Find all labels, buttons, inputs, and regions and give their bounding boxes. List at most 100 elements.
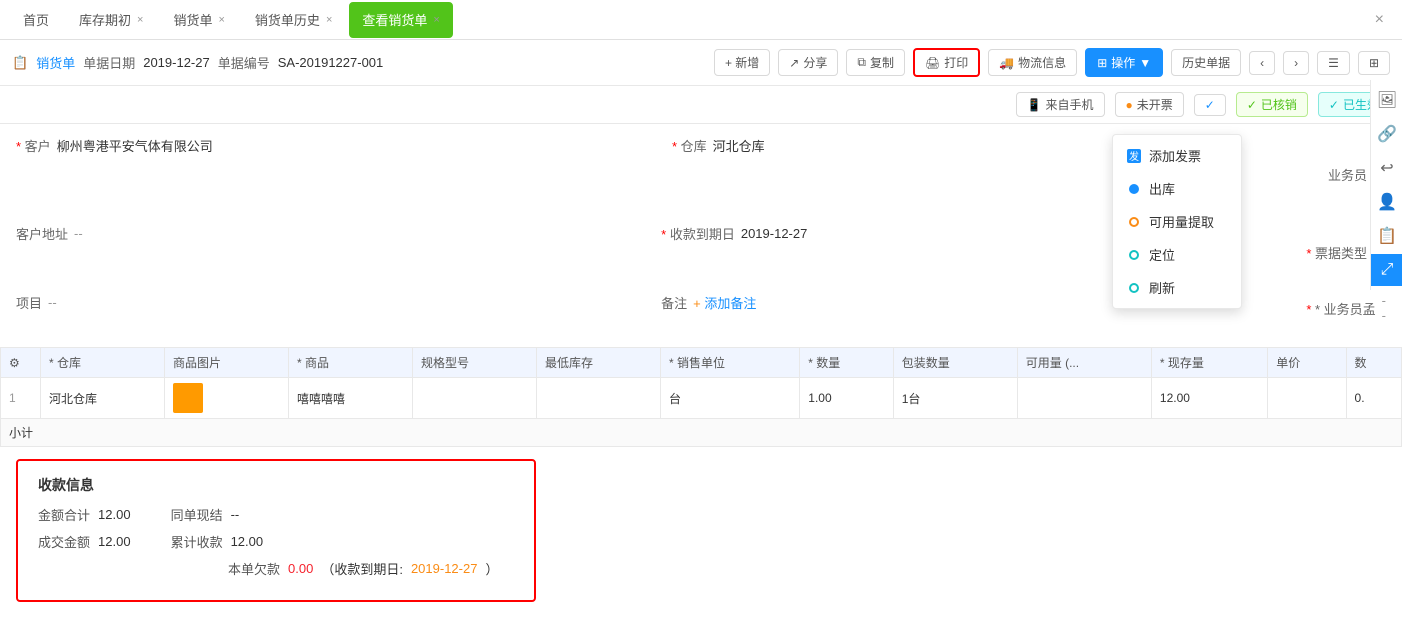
copy-button[interactable]: ⧉ 复制 bbox=[846, 49, 905, 76]
ticket-type-label: 票据类型 bbox=[1306, 243, 1367, 262]
project-label: 项目 bbox=[16, 293, 42, 312]
sidebar-icon-user[interactable]: 👤 bbox=[1371, 186, 1402, 218]
staff2-value: -- bbox=[1382, 293, 1386, 323]
add-remark-button[interactable]: 添加备注 bbox=[693, 293, 756, 312]
project-value: -- bbox=[48, 295, 57, 310]
doc-toolbar: 📋 销货单 单据日期 2019-12-27 单据编号 SA-20191227-0… bbox=[0, 40, 1402, 86]
add-button[interactable]: + 新增 bbox=[714, 49, 770, 76]
tab-view-sales-label: 查看销货单 bbox=[362, 10, 427, 29]
tab-home[interactable]: 首页 bbox=[10, 2, 62, 38]
cumulative-item: 累计收款 12.00 bbox=[171, 532, 264, 551]
window-close-button[interactable]: × bbox=[1367, 7, 1392, 33]
address-label: 客户地址 bbox=[16, 224, 68, 243]
outbound-icon bbox=[1127, 182, 1141, 196]
nav-next-button[interactable]: › bbox=[1283, 51, 1309, 75]
col-product-label: * 商品 bbox=[297, 356, 329, 370]
check-effective-icon: ✓ bbox=[1329, 98, 1339, 112]
menu-add-invoice[interactable]: 发 添加发票 bbox=[1113, 139, 1241, 172]
tab-sales-order-label: 销货单 bbox=[173, 10, 212, 29]
doc-toolbar2: 📱 来自手机 ● 未开票 ✓ ✓ 已核销 ✓ 已生效 bbox=[0, 86, 1402, 124]
sidebar-icon-link[interactable]: 🔗 bbox=[1371, 118, 1402, 150]
menu-outbound[interactable]: 出库 bbox=[1113, 172, 1241, 205]
from-mobile-button[interactable]: 📱 来自手机 bbox=[1016, 92, 1105, 117]
right-sidebar: 🖼 🔗 ↩ 👤 📋 ⤢ bbox=[1370, 80, 1402, 290]
payment-date-value: 2019-12-27 bbox=[741, 226, 808, 241]
not-open-label: 未开票 bbox=[1137, 96, 1173, 113]
sidebar-icon-doc[interactable]: 📋 bbox=[1371, 220, 1402, 252]
payment-box: 收款信息 金额合计 12.00 同单现结 -- 成交金额 12.00 累计收款 bbox=[16, 459, 536, 602]
customer-value: 柳州粤港平安气体有限公司 bbox=[57, 136, 213, 155]
deal-value: 12.00 bbox=[98, 534, 131, 549]
tab-inventory-init-close[interactable]: × bbox=[137, 14, 143, 26]
print-icon: 🖨 bbox=[925, 56, 940, 70]
nav-prev-button[interactable]: ‹ bbox=[1249, 51, 1275, 75]
tab-view-sales-close[interactable]: × bbox=[433, 14, 439, 26]
operate-button[interactable]: ⊞ 操作 ▼ bbox=[1085, 48, 1163, 77]
menu-refresh[interactable]: 刷新 bbox=[1113, 271, 1241, 304]
check-button[interactable]: ✓ bbox=[1194, 94, 1226, 116]
print-button[interactable]: 🖨 打印 bbox=[913, 48, 980, 77]
tab-sales-history-close[interactable]: × bbox=[326, 14, 332, 26]
row-product: 嘻嘻嘻嘻 bbox=[289, 378, 413, 419]
row-pack-qty: 1台 bbox=[893, 378, 1017, 419]
staff2-field: * 业务员孟 -- bbox=[1306, 293, 1386, 323]
col-product-img-label: 商品图片 bbox=[173, 356, 221, 370]
refresh-label: 刷新 bbox=[1149, 278, 1175, 297]
cumulative-value: 12.00 bbox=[231, 534, 264, 549]
payment-section: 收款信息 金额合计 12.00 同单现结 -- 成交金额 12.00 累计收款 bbox=[0, 447, 1402, 630]
sidebar-icon-return[interactable]: ↩ bbox=[1371, 152, 1402, 184]
list-view-icon: ☰ bbox=[1328, 56, 1339, 70]
menu-available-qty[interactable]: 可用量提取 bbox=[1113, 205, 1241, 238]
row-product-img bbox=[165, 378, 289, 419]
tab-sales-order-close[interactable]: × bbox=[218, 14, 224, 26]
doc-type-info: 📋 销货单 单据日期 2019-12-27 单据编号 SA-20191227-0… bbox=[12, 53, 383, 72]
grid-view-button[interactable]: ⊞ bbox=[1358, 51, 1390, 75]
tab-inventory-init[interactable]: 库存期初 × bbox=[66, 2, 156, 38]
due-label: 本单欠款 bbox=[228, 559, 280, 578]
col-stock: * 现存量 bbox=[1151, 348, 1267, 378]
toolbar-actions: + 新增 ↗ 分享 ⧉ 复制 🖨 打印 🚚 物流信息 ⊞ 操作 ▼ bbox=[714, 48, 1390, 77]
doc-no-label: 单据编号 bbox=[218, 53, 270, 72]
payment-row-2: 成交金额 12.00 累计收款 12.00 bbox=[38, 532, 514, 551]
add-label: + 新增 bbox=[725, 54, 759, 71]
list-view-button[interactable]: ☰ bbox=[1317, 51, 1350, 75]
menu-locate[interactable]: 定位 bbox=[1113, 238, 1241, 271]
col-spec: 规格型号 bbox=[413, 348, 537, 378]
payment-row-1: 金额合计 12.00 同单现结 -- bbox=[38, 505, 514, 524]
col-product-img: 商品图片 bbox=[165, 348, 289, 378]
tab-sales-order[interactable]: 销货单 × bbox=[160, 2, 237, 38]
sidebar-icon-image[interactable]: 🖼 bbox=[1371, 84, 1402, 116]
doc-type-label: 销货单 bbox=[36, 53, 75, 72]
check-sold-icon: ✓ bbox=[1247, 98, 1257, 112]
prev-icon: ‹ bbox=[1260, 56, 1264, 70]
row-min-stock bbox=[537, 378, 661, 419]
tab-sales-history[interactable]: 销货单历史 × bbox=[242, 2, 345, 38]
col-warehouse-label: * 仓库 bbox=[49, 356, 81, 370]
product-thumbnail bbox=[173, 383, 203, 413]
copy-label: 复制 bbox=[870, 54, 894, 71]
add-invoice-label: 添加发票 bbox=[1149, 146, 1201, 165]
sidebar-expand-button[interactable]: ⤢ bbox=[1371, 254, 1402, 286]
col-unit-price: 单价 bbox=[1268, 348, 1346, 378]
history-button[interactable]: 历史单据 bbox=[1171, 49, 1241, 76]
customer-label: 客户 bbox=[16, 136, 51, 155]
mobile-icon: 📱 bbox=[1027, 98, 1042, 112]
col-stock-label: * 现存量 bbox=[1160, 356, 1204, 370]
gear-icon: ⚙ bbox=[9, 356, 20, 370]
share-icon: ↗ bbox=[789, 56, 799, 70]
subtotal-row: 小计 bbox=[1, 419, 1402, 447]
logistics-button[interactable]: 🚚 物流信息 bbox=[988, 49, 1077, 76]
sold-label: 已核销 bbox=[1261, 96, 1297, 113]
staff2-label: * 业务员孟 bbox=[1306, 299, 1375, 318]
tab-view-sales[interactable]: 查看销货单 × bbox=[349, 2, 452, 38]
tab-bar: 首页 库存期初 × 销货单 × 销货单历史 × 查看销货单 × × bbox=[0, 0, 1402, 40]
row-stock: 12.00 bbox=[1151, 378, 1267, 419]
col-more: 数 bbox=[1346, 348, 1401, 378]
row-warehouse: 河北仓库 bbox=[41, 378, 165, 419]
not-open-button[interactable]: ● 未开票 bbox=[1115, 92, 1184, 117]
share-button[interactable]: ↗ 分享 bbox=[778, 49, 838, 76]
col-min-stock-label: 最低库存 bbox=[545, 356, 593, 370]
cumulative-label: 累计收款 bbox=[171, 532, 223, 551]
payment-date-label: 收款到期日 bbox=[661, 224, 735, 243]
table-row: 1 河北仓库 嘻嘻嘻嘻 台 1.00 1台 12.00 0. bbox=[1, 378, 1402, 419]
